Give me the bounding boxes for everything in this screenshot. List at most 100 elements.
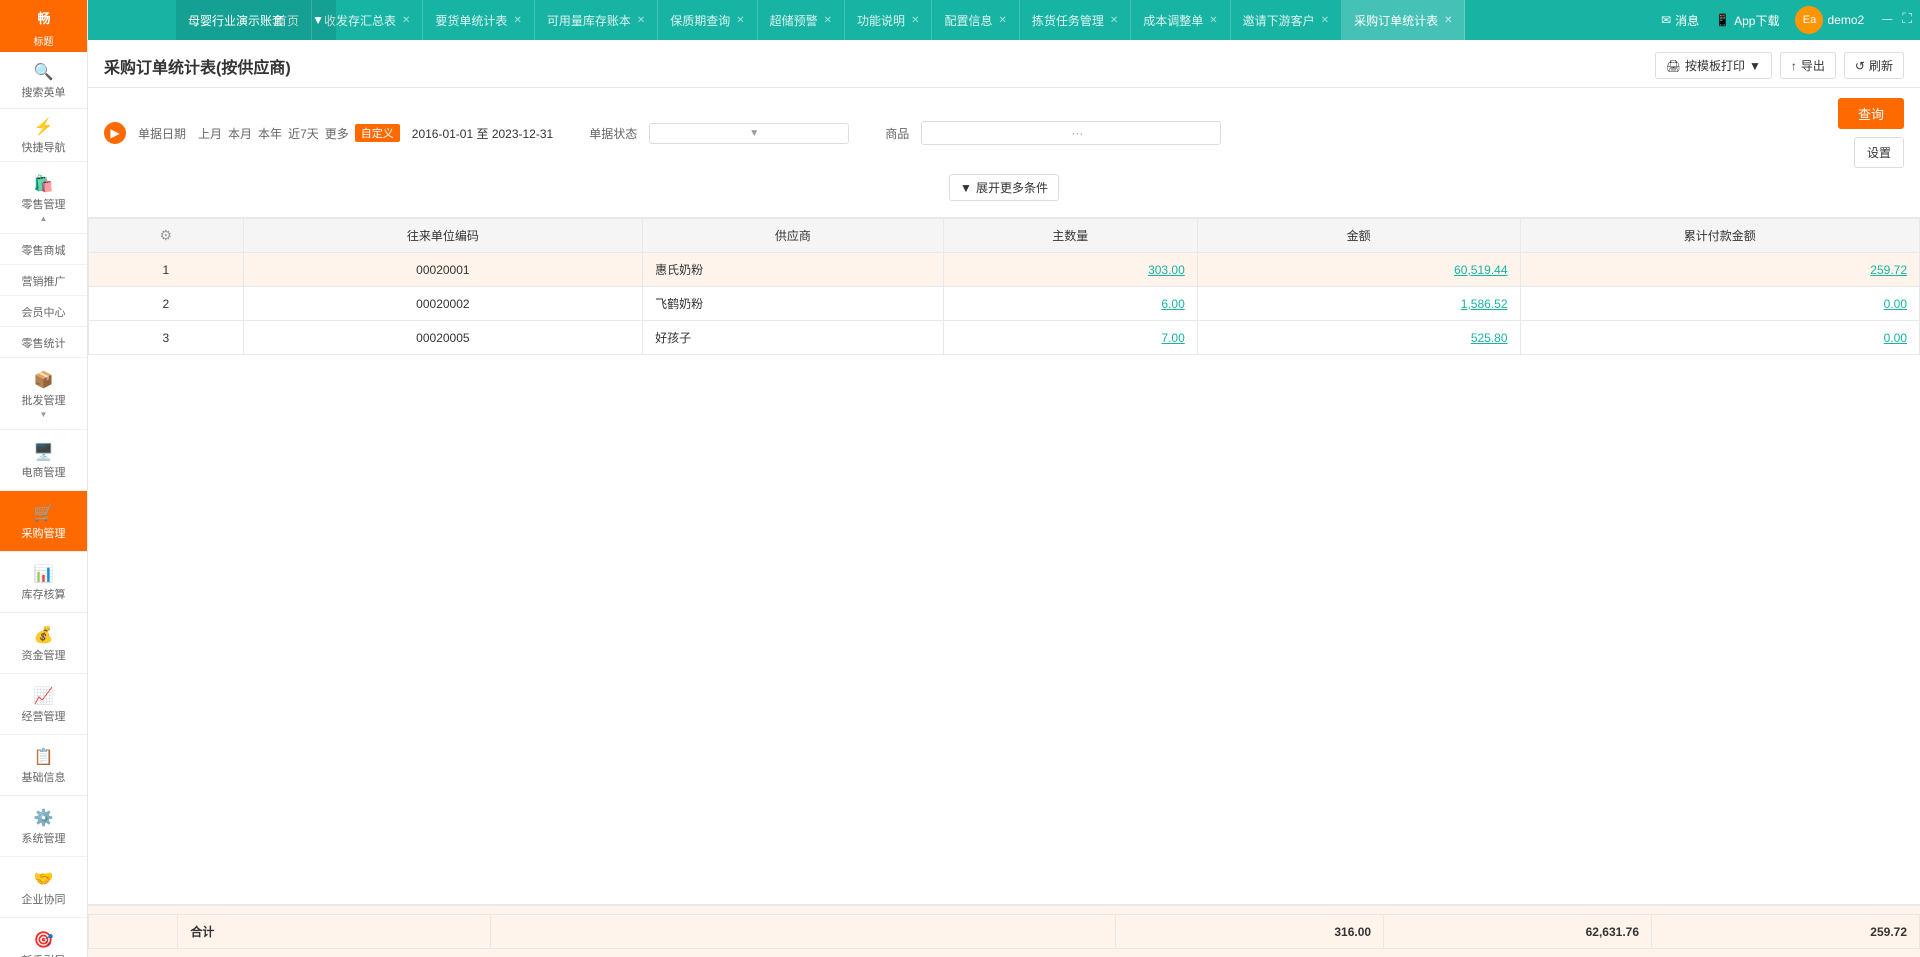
tab-close-pick-task[interactable]: ✕ xyxy=(1110,15,1118,26)
export-button[interactable]: ↑ 导出 xyxy=(1780,52,1836,79)
shortcut-more[interactable]: 更多 xyxy=(325,125,349,142)
sidebar-item-wholesale[interactable]: 📦 批发管理 ▼ xyxy=(0,358,87,430)
message-btn[interactable]: ✉ 消息 xyxy=(1661,12,1699,29)
tab-close-available-stock[interactable]: ✕ xyxy=(637,15,645,26)
shortcut-7days[interactable]: 近7天 xyxy=(288,125,319,142)
tab-close-config-info[interactable]: ✕ xyxy=(998,15,1006,26)
tab-invite-downstream[interactable]: 邀请下游客户 ✕ xyxy=(1231,0,1342,40)
row-no-2: 2 xyxy=(89,287,244,321)
tab-close-function-guide[interactable]: ✕ xyxy=(911,15,919,26)
sidebar-item-retail-stat[interactable]: 零售统计 xyxy=(0,327,87,358)
minimize-button[interactable]: － xyxy=(1880,10,1894,30)
refresh-button[interactable]: ↺ 刷新 xyxy=(1844,52,1904,79)
message-icon: ✉ xyxy=(1661,13,1671,27)
row-amount-1[interactable]: 60,519.44 xyxy=(1197,253,1520,287)
sidebar-item-new-guide[interactable]: 🎯 新手引导 xyxy=(0,918,87,957)
product-input[interactable]: ··· xyxy=(921,121,1221,145)
topbar: 母婴行业演示账套 ▼ 首页 收发存汇总表 ✕ 要货单统计表 ✕ 可用量库存账本 … xyxy=(88,0,1920,40)
tab-order-stat[interactable]: 要货单统计表 ✕ xyxy=(423,0,534,40)
sidebar-item-ecommerce[interactable]: 🖥️ 电商管理 xyxy=(0,430,87,491)
sidebar-item-operations[interactable]: 📈 经营管理 xyxy=(0,674,87,735)
tab-close-cost-adjust[interactable]: ✕ xyxy=(1209,15,1217,26)
sidebar-item-enterprise[interactable]: 🤝 企业协同 xyxy=(0,857,87,918)
table-area: ⚙ 往来单位编码 供应商 主数量 金额 累计付款金额 1 00020001 惠氏 xyxy=(88,218,1920,957)
sidebar-item-inventory[interactable]: 📊 库存核算 xyxy=(0,552,87,613)
tab-close-receive-send[interactable]: ✕ xyxy=(402,15,410,26)
sidebar-item-quick-nav[interactable]: ⚡ 快捷导航 xyxy=(0,109,87,162)
tab-close-expiry-query[interactable]: ✕ xyxy=(736,15,744,26)
footer-paid: 259.72 xyxy=(1652,915,1920,949)
sidebar-item-basic-info[interactable]: 📋 基础信息 xyxy=(0,735,87,796)
tab-close-overstock-warning[interactable]: ✕ xyxy=(824,15,832,26)
status-select[interactable]: ▼ xyxy=(649,123,849,144)
row-paid-3[interactable]: 0.00 xyxy=(1520,321,1919,355)
user-profile[interactable]: Ea demo2 xyxy=(1795,6,1864,34)
row-paid-1[interactable]: 259.72 xyxy=(1520,253,1919,287)
expand-filter-btn[interactable]: ▼ 展开更多条件 xyxy=(949,174,1059,201)
sidebar-item-system[interactable]: ⚙️ 系统管理 xyxy=(0,796,87,857)
table-footer: 合计 316.00 62,631.76 259.72 xyxy=(88,904,1920,957)
row-qty-2[interactable]: 6.00 xyxy=(943,287,1197,321)
app-download-btn[interactable]: 📱 App下载 xyxy=(1715,12,1779,29)
tab-expiry-query[interactable]: 保质期查询 ✕ xyxy=(658,0,757,40)
tab-overstock-warning[interactable]: 超储预警 ✕ xyxy=(758,0,845,40)
content-wrapper: 采购订单统计表(按供应商) 🖨 按模板打印 ▼ ↑ 导出 ↺ 刷新 xyxy=(88,40,1920,957)
summary-row: 合计 316.00 62,631.76 259.72 xyxy=(89,915,1920,949)
footer-amount: 62,631.76 xyxy=(1384,915,1652,949)
product-label: 商品 xyxy=(885,125,909,142)
table-scroll[interactable]: ⚙ 往来单位编码 供应商 主数量 金额 累计付款金额 1 00020001 惠氏 xyxy=(88,218,1920,904)
row-qty-1[interactable]: 303.00 xyxy=(943,253,1197,287)
sidebar-item-purchase[interactable]: 🛒 采购管理 xyxy=(0,491,87,552)
tab-available-stock[interactable]: 可用量库存账本 ✕ xyxy=(535,0,658,40)
filter-toggle-btn[interactable]: ▶ xyxy=(104,122,126,144)
account-dropdown[interactable]: 母婴行业演示账套 ▼ xyxy=(176,0,336,40)
status-chevron-icon: ▼ xyxy=(749,128,840,139)
shortcut-this-month[interactable]: 本月 xyxy=(228,125,252,142)
row-qty-3[interactable]: 7.00 xyxy=(943,321,1197,355)
footer-qty: 316.00 xyxy=(1116,915,1384,949)
shortcut-last-month[interactable]: 上月 xyxy=(198,125,222,142)
product-more-icon: ··· xyxy=(1071,126,1212,140)
logo: 畅 标题 xyxy=(0,0,87,52)
col-code: 往来单位编码 xyxy=(243,219,642,253)
expand-filter-row: ▼ 展开更多条件 xyxy=(104,168,1904,207)
row-paid-2[interactable]: 0.00 xyxy=(1520,287,1919,321)
print-button[interactable]: 🖨 按模板打印 ▼ xyxy=(1655,52,1772,79)
col-settings[interactable]: ⚙ xyxy=(89,219,244,253)
row-no-3: 3 xyxy=(89,321,244,355)
row-supplier-1: 惠氏奶粉 xyxy=(643,253,944,287)
sidebar-item-marketing[interactable]: 营销推广 xyxy=(0,265,87,296)
row-amount-2[interactable]: 1,586.52 xyxy=(1197,287,1520,321)
row-code-1: 00020001 xyxy=(243,253,642,287)
row-amount-3[interactable]: 525.80 xyxy=(1197,321,1520,355)
row-no-1: 1 xyxy=(89,253,244,287)
tab-function-guide[interactable]: 功能说明 ✕ xyxy=(845,0,932,40)
query-button[interactable]: 查询 xyxy=(1838,98,1904,129)
tab-cost-adjust[interactable]: 成本调整单 ✕ xyxy=(1131,0,1230,40)
tab-config-info[interactable]: 配置信息 ✕ xyxy=(932,0,1019,40)
date-range-display: 2016-01-01 至 2023-12-31 xyxy=(412,125,553,142)
tab-close-order-stat[interactable]: ✕ xyxy=(513,15,521,26)
svg-text:畅: 畅 xyxy=(37,11,50,26)
custom-date-tag[interactable]: 自定义 xyxy=(355,124,400,142)
date-label: 单据日期 xyxy=(138,125,186,142)
sidebar-item-search[interactable]: 🔍 搜索英单 xyxy=(0,52,87,109)
topbar-right: ✉ 消息 📱 App下载 Ea demo2 － ⛶ xyxy=(1661,6,1920,34)
dropdown-icon: ▼ xyxy=(312,13,324,27)
data-table: ⚙ 往来单位编码 供应商 主数量 金额 累计付款金额 1 00020001 惠氏 xyxy=(88,218,1920,355)
sidebar-item-retail-mall[interactable]: 零售商城 xyxy=(0,234,87,265)
tab-close-invite-downstream[interactable]: ✕ xyxy=(1321,15,1329,26)
tab-pick-task[interactable]: 拣货任务管理 ✕ xyxy=(1020,0,1131,40)
shortcut-this-year[interactable]: 本年 xyxy=(258,125,282,142)
tab-purchase-stat[interactable]: 采购订单统计表 ✕ xyxy=(1342,0,1465,40)
row-supplier-3: 好孩子 xyxy=(643,321,944,355)
tab-close-purchase-stat[interactable]: ✕ xyxy=(1444,15,1452,26)
sidebar-item-member[interactable]: 会员中心 xyxy=(0,296,87,327)
footer-label: 合计 xyxy=(178,915,491,949)
sidebar-item-retail[interactable]: 🛍️ 零售管理 ▲ xyxy=(0,162,87,234)
status-label: 单据状态 xyxy=(589,125,637,142)
maximize-button[interactable]: ⛶ xyxy=(1902,10,1912,30)
window-controls: － ⛶ xyxy=(1880,10,1912,30)
settings-button[interactable]: 设置 xyxy=(1854,137,1904,168)
sidebar-item-finance[interactable]: 💰 资金管理 xyxy=(0,613,87,674)
